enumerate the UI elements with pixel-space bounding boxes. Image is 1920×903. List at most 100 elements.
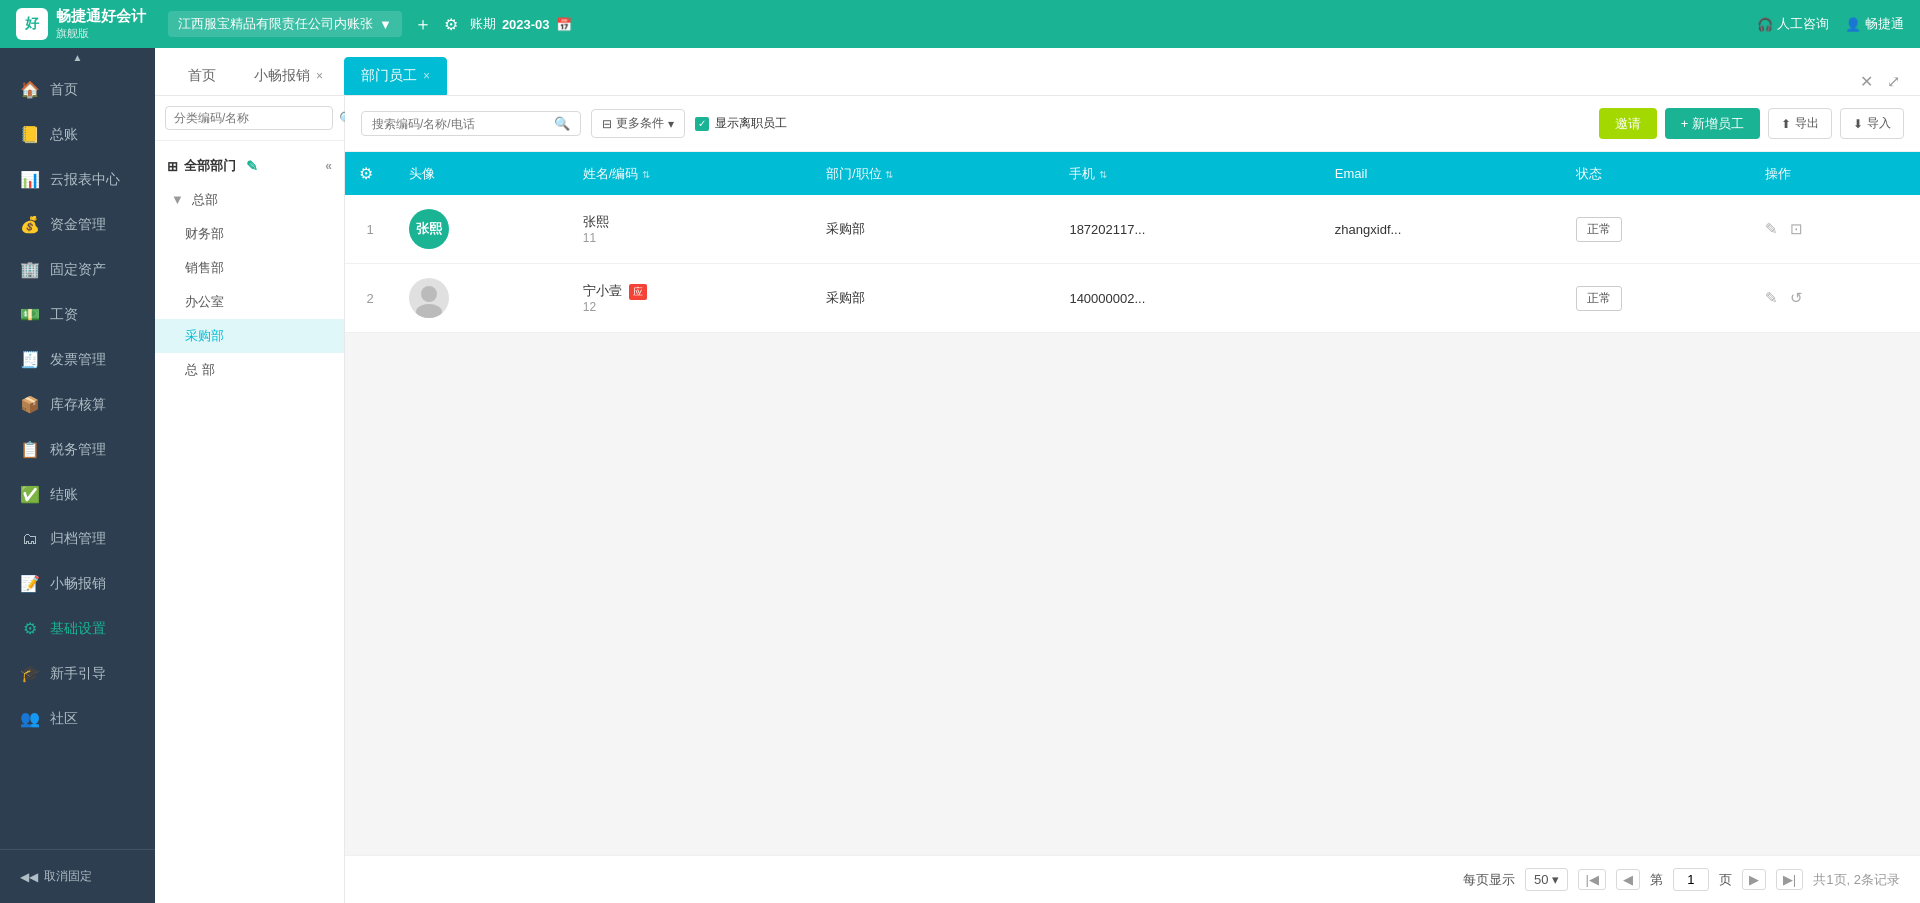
tab-department[interactable]: 部门员工 × (344, 57, 447, 95)
sidebar-item-funds[interactable]: 💰 资金管理 (0, 202, 155, 247)
sidebar-item-assets[interactable]: 🏢 固定资产 (0, 247, 155, 292)
employee-code-1: 11 (583, 231, 798, 245)
scroll-up-arrow[interactable]: ▲ (0, 48, 155, 67)
dept-item-office[interactable]: 办公室 (155, 285, 344, 319)
company-selector[interactable]: 江西服宝精品有限责任公司内账张 ▼ (168, 11, 402, 37)
prev-page-btn[interactable]: ◀ (1616, 869, 1640, 890)
settings-icon[interactable]: ⚙ (444, 15, 458, 34)
show-resigned-toggle[interactable]: ✓ 显示离职员工 (695, 115, 787, 132)
expense-icon: 📝 (20, 574, 40, 593)
dept-item-hq[interactable]: ▼ 总部 (155, 183, 344, 217)
account-period-label: 账期 (470, 15, 496, 33)
sidebar-label-expense: 小畅报销 (50, 575, 106, 593)
expand-icon: ▼ (171, 192, 184, 207)
all-dept-btn[interactable]: ⊞ 全部部门 ✎ « (155, 149, 344, 183)
row-num-1: 1 (345, 195, 395, 264)
dept-sort-icon[interactable]: ⇅ (885, 169, 893, 180)
dept-item-purchase[interactable]: 采购部 (155, 319, 344, 353)
sidebar-item-guide[interactable]: 🎓 新手引导 (0, 651, 155, 696)
edit-btn-1[interactable]: ✎ (1765, 220, 1778, 238)
dropdown-icon: ▼ (379, 17, 392, 32)
sidebar-item-expense[interactable]: 📝 小畅报销 (0, 561, 155, 606)
sidebar-item-archive[interactable]: 🗂 归档管理 (0, 517, 155, 561)
content-area: 首页 小畅报销 × 部门员工 × ✕ ⤢ 🔍 (155, 48, 1920, 903)
sidebar-bottom: ◀◀ 取消固定 (0, 849, 155, 903)
company-name: 江西服宝精品有限责任公司内账张 (178, 15, 373, 33)
show-resigned-checkbox[interactable]: ✓ (695, 117, 709, 131)
col-phone[interactable]: 手机 ⇅ (1055, 152, 1320, 195)
invite-btn[interactable]: 邀请 (1599, 108, 1657, 139)
tab-home[interactable]: 首页 (171, 57, 233, 95)
ops-cell-1: ✎ ⊡ (1751, 195, 1920, 264)
per-page-select[interactable]: 50 ▾ (1525, 868, 1568, 891)
page-number-input[interactable] (1673, 868, 1709, 891)
sidebar-label-assets: 固定资产 (50, 261, 106, 279)
status-badge-1: 正常 (1576, 217, 1622, 242)
search-input[interactable] (372, 117, 548, 131)
export-btn[interactable]: ⬆ 导出 (1768, 108, 1832, 139)
sidebar-item-salary[interactable]: 💵 工资 (0, 292, 155, 337)
grid-icon: ⊞ (167, 159, 178, 174)
sidebar-label-reports: 云报表中心 (50, 171, 120, 189)
tab-department-close-icon[interactable]: × (423, 69, 430, 83)
logo-area: 好 畅捷通好会计 旗舰版 (16, 7, 156, 41)
ledger-icon: 📒 (20, 125, 40, 144)
close-window-btn[interactable]: ✕ (1856, 68, 1877, 95)
user-btn[interactable]: 👤 畅捷通 (1845, 15, 1904, 33)
dept-cell-1: 采购部 (812, 195, 1055, 264)
email-cell-1: zhangxidf... (1321, 195, 1562, 264)
dept-item-general-hq[interactable]: 总 部 (155, 353, 344, 387)
tab-expense[interactable]: 小畅报销 × (237, 57, 340, 95)
dept-collapse-icon[interactable]: « (325, 159, 332, 173)
first-page-btn[interactable]: |◀ (1578, 869, 1605, 890)
next-page-btn[interactable]: ▶ (1742, 869, 1766, 890)
status-badge-2: 正常 (1576, 286, 1622, 311)
sidebar-item-community[interactable]: 👥 社区 (0, 696, 155, 741)
col-settings[interactable]: ⚙ (345, 152, 395, 195)
sidebar-item-checkout[interactable]: ✅ 结账 (0, 472, 155, 517)
sidebar-item-tax[interactable]: 📋 税务管理 (0, 427, 155, 472)
phone-sort-icon[interactable]: ⇅ (1099, 169, 1107, 180)
dept-item-finance[interactable]: 财务部 (155, 217, 344, 251)
ai-consult-btn[interactable]: 🎧 人工咨询 (1757, 15, 1829, 33)
refresh-btn-2[interactable]: ↺ (1790, 289, 1803, 307)
expand-window-btn[interactable]: ⤢ (1883, 68, 1904, 95)
table-header-row: ⚙ 头像 姓名/编码 ⇅ 部门/职位 ⇅ (345, 152, 1920, 195)
sidebar-item-home[interactable]: 🏠 首页 (0, 67, 155, 112)
calendar-icon[interactable]: 📅 (556, 17, 572, 32)
inventory-icon: 📦 (20, 395, 40, 414)
unpin-btn[interactable]: ◀◀ 取消固定 (0, 860, 155, 893)
tab-expense-close-icon[interactable]: × (316, 69, 323, 83)
pin-icon: ◀◀ (20, 870, 38, 884)
name-cell-1: 张熙 11 (569, 195, 812, 264)
email-cell-2 (1321, 264, 1562, 333)
sidebar-item-invoice[interactable]: 🧾 发票管理 (0, 337, 155, 382)
dept-search-input[interactable] (165, 106, 333, 130)
sidebar-item-settings[interactable]: ⚙ 基础设置 (0, 606, 155, 651)
sidebar-label-tax: 税务管理 (50, 441, 106, 459)
sidebar-item-ledger[interactable]: 📒 总账 (0, 112, 155, 157)
more-filter-btn[interactable]: ⊟ 更多条件 ▾ (591, 109, 685, 138)
funds-icon: 💰 (20, 215, 40, 234)
dept-edit-icon[interactable]: ✎ (246, 158, 258, 174)
main-layout: ▲ 🏠 首页 📒 总账 📊 云报表中心 💰 资金管理 🏢 固定资产 💵 工资 🧾… (0, 48, 1920, 903)
import-btn[interactable]: ⬇ 导入 (1840, 108, 1904, 139)
name-sort-icon[interactable]: ⇅ (642, 169, 650, 180)
dept-item-sales[interactable]: 销售部 (155, 251, 344, 285)
sidebar-item-inventory[interactable]: 📦 库存核算 (0, 382, 155, 427)
filter-icon: ⊟ (602, 117, 612, 131)
employee-panel: 🔍 ⊟ 更多条件 ▾ ✓ 显示离职员工 邀请 + 新增员工 (345, 96, 1920, 903)
edit-btn-2[interactable]: ✎ (1765, 289, 1778, 307)
tax-icon: 📋 (20, 440, 40, 459)
add-icon[interactable]: ＋ (414, 12, 432, 36)
add-employee-btn[interactable]: + 新增员工 (1665, 108, 1760, 139)
sidebar-item-reports[interactable]: 📊 云报表中心 (0, 157, 155, 202)
status-cell-1: 正常 (1562, 195, 1751, 264)
col-settings-icon[interactable]: ⚙ (359, 165, 373, 182)
community-icon: 👥 (20, 709, 40, 728)
col-name[interactable]: 姓名/编码 ⇅ (569, 152, 812, 195)
search-icon[interactable]: 🔍 (554, 116, 570, 131)
last-page-btn[interactable]: ▶| (1776, 869, 1803, 890)
col-dept[interactable]: 部门/职位 ⇅ (812, 152, 1055, 195)
login-btn-1[interactable]: ⊡ (1790, 220, 1803, 238)
